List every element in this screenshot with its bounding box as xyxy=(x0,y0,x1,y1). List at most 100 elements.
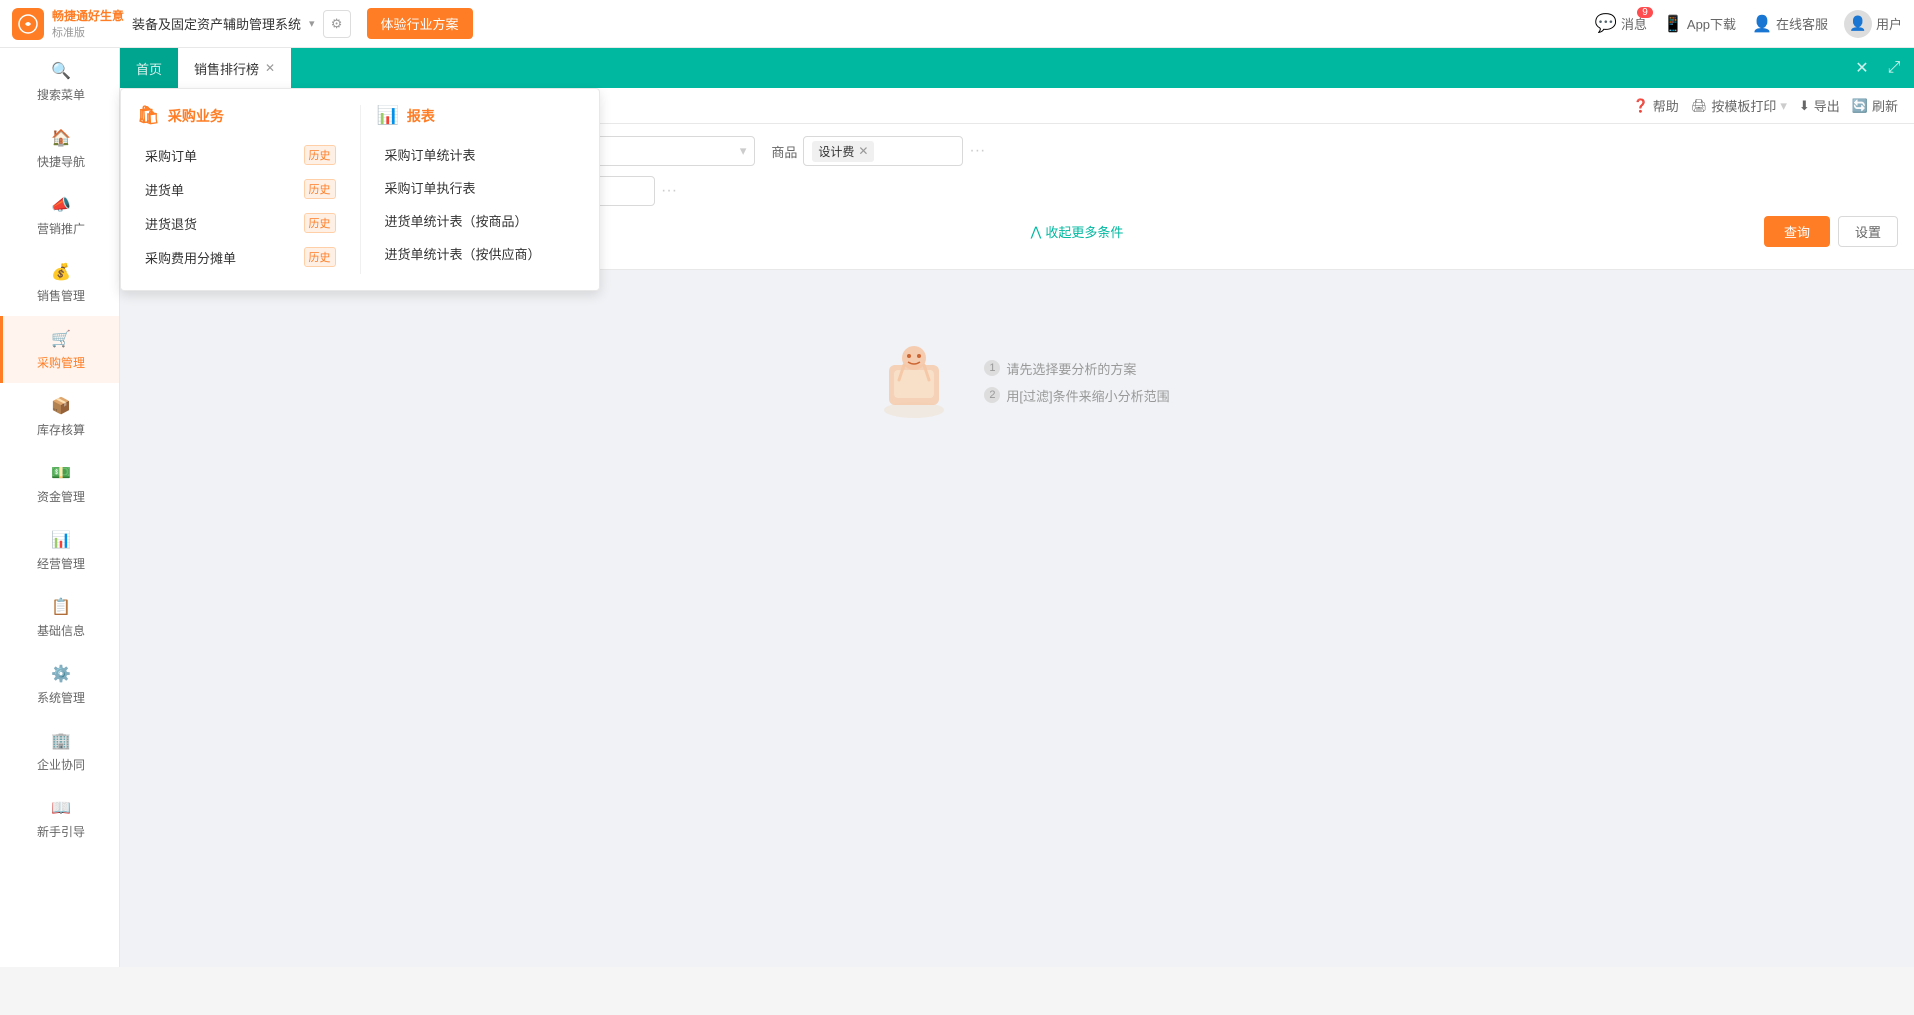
purchase-business-section: 🛍 采购业务 采购订单 历史 进货单 历史 进货退货 历史 采购费用分摊单 历史 xyxy=(137,105,344,274)
voucher-status-arrow: ▾ xyxy=(740,143,747,159)
sidebar-item-sales[interactable]: 💰 销售管理 xyxy=(0,249,119,316)
hint-text-1: 请先选择要分析的方案 xyxy=(1006,359,1136,378)
sidebar-label-capital: 资金管理 xyxy=(37,488,85,505)
tab-home-label: 首页 xyxy=(136,59,162,78)
collapse-label: 收起更多条件 xyxy=(1045,222,1123,241)
collapse-button[interactable]: ⋀ 收起更多条件 xyxy=(1023,218,1132,245)
print-icon: 🖨 xyxy=(1691,98,1708,114)
search-icon: 🔍 xyxy=(50,60,72,82)
notification-count: 9 xyxy=(1637,7,1653,18)
logo-area: 畅捷通好生意 标准版 xyxy=(12,7,132,40)
app-download-button[interactable]: 📱 App下载 xyxy=(1663,14,1736,34)
empty-illustration xyxy=(864,330,964,433)
empty-svg xyxy=(864,330,964,430)
report-icon: 📊 xyxy=(377,105,399,126)
tab-sales-rank[interactable]: 销售排行榜 ✕ xyxy=(178,48,291,88)
goods-filter: 商品 设计费 ✕ ··· xyxy=(771,136,985,166)
tab-close-icon[interactable]: ✕ xyxy=(265,61,275,75)
action-buttons: 查询 设置 xyxy=(1764,216,1898,247)
notification-button[interactable]: 💬 消息 9 xyxy=(1595,13,1647,34)
sidebar-item-quick-nav[interactable]: 🏠 快捷导航 xyxy=(0,115,119,182)
goods-tag-close[interactable]: ✕ xyxy=(858,144,868,158)
online-service-button[interactable]: 👤 在线客服 xyxy=(1752,14,1828,34)
hint-num-2: 2 xyxy=(984,387,1000,403)
tab-home[interactable]: 首页 xyxy=(120,48,178,88)
sidebar-item-guide[interactable]: 📖 新手引导 xyxy=(0,785,119,852)
sidebar-item-inventory[interactable]: 📦 库存核算 xyxy=(0,383,119,450)
sidebar-item-enterprise[interactable]: 🏢 企业协同 xyxy=(0,718,119,785)
tab-sales-rank-label: 销售排行榜 xyxy=(194,59,259,78)
guide-icon: 📖 xyxy=(50,797,72,819)
dropdown-arrow-icon[interactable]: ▾ xyxy=(309,17,315,30)
menu-item-expense-label: 采购费用分摊单 xyxy=(145,248,296,267)
home-icon: 🏠 xyxy=(50,127,72,149)
user-avatar: 👤 xyxy=(1844,10,1872,38)
operations-icon: 📊 xyxy=(50,529,72,551)
hint-text-2: 用[过滤]条件来缩小分析范围 xyxy=(1006,386,1169,405)
salesperson-more-dots[interactable]: ··· xyxy=(661,182,677,200)
menu-item-inbound[interactable]: 进货单 历史 xyxy=(137,172,344,206)
sales-icon: 💰 xyxy=(50,261,72,283)
sidebar-item-search[interactable]: 🔍 搜索菜单 xyxy=(0,48,119,115)
purchase-business-icon: 🛍 xyxy=(137,105,160,126)
menu-item-purchase-order[interactable]: 采购订单 历史 xyxy=(137,138,344,172)
menu-item-expense[interactable]: 采购费用分摊单 历史 xyxy=(137,240,344,274)
help-label: 帮助 xyxy=(1653,96,1679,115)
goods-tag-label: 设计费 xyxy=(818,143,854,160)
sidebar-label-basic-info: 基础信息 xyxy=(37,622,85,639)
experience-button[interactable]: 体验行业方案 xyxy=(367,8,473,39)
system-title-area: 装备及固定资产辅助管理系统 ▾ ⚙ 体验行业方案 xyxy=(132,8,1595,39)
menu-item-purchase-order-label: 采购订单 xyxy=(145,146,296,165)
goods-more-dots[interactable]: ··· xyxy=(969,142,985,160)
help-button[interactable]: ❓ 帮助 xyxy=(1633,96,1679,115)
sidebar-label-marketing: 营销推广 xyxy=(37,220,85,237)
topbar: 畅捷通好生意 标准版 装备及固定资产辅助管理系统 ▾ ⚙ 体验行业方案 💬 消息… xyxy=(0,0,1914,48)
user-button[interactable]: 👤 用户 xyxy=(1844,10,1902,38)
query-button[interactable]: 查询 xyxy=(1764,216,1830,247)
sidebar-item-basic-info[interactable]: 📋 基础信息 xyxy=(0,584,119,651)
sidebar-item-capital[interactable]: 💵 资金管理 xyxy=(0,450,119,517)
tab-expand-btn[interactable]: ⤢ xyxy=(1882,56,1906,80)
empty-state-wrapper: 1 请先选择要分析的方案 2 用[过滤]条件来缩小分析范围 xyxy=(120,270,1914,493)
menu-item-inbound-goods-stat[interactable]: 进货单统计表（按商品） xyxy=(377,204,584,237)
export-icon: ⬇ xyxy=(1799,98,1810,114)
print-button[interactable]: 🖨 按模板打印 ▾ xyxy=(1691,96,1787,115)
menu-item-inbound-supplier-stat[interactable]: 进货单统计表（按供应商） xyxy=(377,237,584,270)
topbar-right: 💬 消息 9 📱 App下载 👤 在线客服 👤 用户 xyxy=(1595,10,1902,38)
logo-badge: 标准版 xyxy=(52,24,124,40)
history-badge-2: 历史 xyxy=(304,213,336,233)
history-badge-1: 历史 xyxy=(304,179,336,199)
menu-item-return[interactable]: 进货退货 历史 xyxy=(137,206,344,240)
tab-bar-right: ✕ ⤢ xyxy=(1850,56,1914,80)
menu-item-order-exec[interactable]: 采购订单执行表 xyxy=(377,171,584,204)
empty-hint-1: 1 请先选择要分析的方案 xyxy=(984,359,1169,378)
print-arrow-icon: ▾ xyxy=(1780,98,1787,114)
sidebar-label-operations: 经营管理 xyxy=(37,555,85,572)
system-icon: ⚙️ xyxy=(50,663,72,685)
sidebar-item-system[interactable]: ⚙️ 系统管理 xyxy=(0,651,119,718)
gear-button[interactable]: ⚙ xyxy=(323,10,351,38)
refresh-button[interactable]: 🔄 刷新 xyxy=(1852,96,1898,115)
menu-item-inbound-label: 进货单 xyxy=(145,180,296,199)
tab-close-btn[interactable]: ✕ xyxy=(1850,56,1874,80)
purchase-business-label: 采购业务 xyxy=(168,106,224,126)
sidebar-label-quick-nav: 快捷导航 xyxy=(37,153,85,170)
logo-text-block: 畅捷通好生意 标准版 xyxy=(52,7,124,40)
sidebar-item-purchase[interactable]: 🛒 采购管理 xyxy=(0,316,119,383)
sidebar-item-marketing[interactable]: 📣 营销推广 xyxy=(0,182,119,249)
refresh-label: 刷新 xyxy=(1872,96,1898,115)
sidebar-label-enterprise: 企业协同 xyxy=(37,756,85,773)
setting-button[interactable]: 设置 xyxy=(1838,216,1898,247)
sidebar-label-system: 系统管理 xyxy=(37,689,85,706)
export-button[interactable]: ⬇ 导出 xyxy=(1799,96,1840,115)
menu-item-order-stat[interactable]: 采购订单统计表 xyxy=(377,138,584,171)
sidebar-label-purchase: 采购管理 xyxy=(37,354,85,371)
sidebar-label-guide: 新手引导 xyxy=(37,823,85,840)
empty-hints: 1 请先选择要分析的方案 2 用[过滤]条件来缩小分析范围 xyxy=(984,359,1169,405)
goods-input[interactable]: 设计费 ✕ xyxy=(803,136,963,166)
sidebar-label-sales: 销售管理 xyxy=(37,287,85,304)
sidebar-item-operations[interactable]: 📊 经营管理 xyxy=(0,517,119,584)
system-title: 装备及固定资产辅助管理系统 xyxy=(132,14,301,33)
logo-title: 畅捷通好生意 xyxy=(52,7,124,24)
empty-hint-2: 2 用[过滤]条件来缩小分析范围 xyxy=(984,386,1169,405)
